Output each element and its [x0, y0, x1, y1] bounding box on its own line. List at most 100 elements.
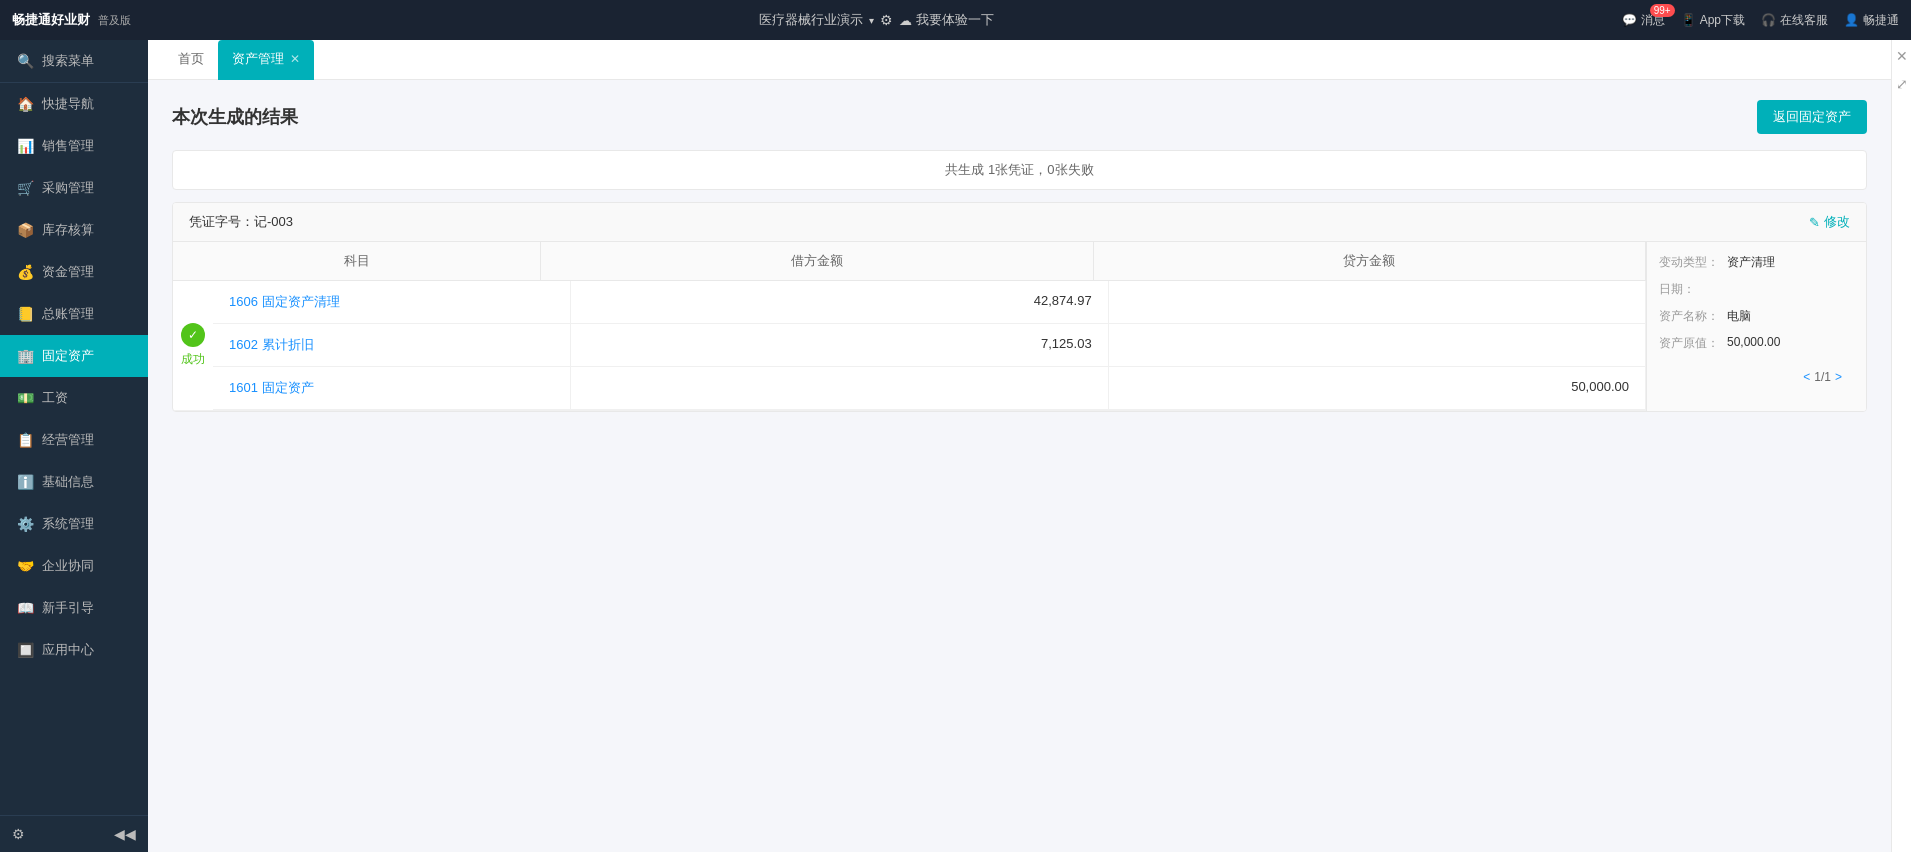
sidebar: 🔍 搜索菜单 🏠 快捷导航 📊 销售管理 🛒 采购管理 📦 库存核算 💰 资金管… — [0, 40, 148, 852]
sidebar-app-center-label: 应用中心 — [42, 641, 94, 659]
side-info-asset-name: 资产名称： 电脑 — [1659, 308, 1854, 325]
notification-button[interactable]: 💬 消息 99+ — [1622, 12, 1665, 29]
sidebar-item-app-center[interactable]: 🔲 应用中心 — [0, 629, 148, 671]
cell-subject-3[interactable]: 1601 固定资产 — [213, 367, 571, 409]
row-status-col: ✓ 成功 — [173, 281, 213, 410]
ledger-icon: 📒 — [16, 305, 34, 323]
tab-asset-mgmt[interactable]: 资产管理 ✕ — [218, 40, 314, 80]
cell-subject-2[interactable]: 1602 累计折旧 — [213, 324, 571, 366]
cell-debit-3 — [571, 367, 1108, 409]
settings-icon[interactable]: ⚙ — [880, 12, 893, 28]
sidebar-item-purchase[interactable]: 🛒 采购管理 — [0, 167, 148, 209]
finance-icon: 💰 — [16, 263, 34, 281]
panel-expand-button[interactable]: ⤢ — [1896, 76, 1908, 92]
ops-icon: 📋 — [16, 431, 34, 449]
user-menu[interactable]: 👤 畅捷通 — [1844, 12, 1899, 29]
return-fixed-assets-button[interactable]: 返回固定资产 — [1757, 100, 1867, 134]
content-area: 首页 资产管理 ✕ 本次生成的结果 返回固定资产 共生成 1张凭证，0张失败 凭… — [148, 40, 1891, 852]
sidebar-item-enterprise[interactable]: 🤝 企业协同 — [0, 545, 148, 587]
sidebar-item-base-info[interactable]: ℹ️ 基础信息 — [0, 461, 148, 503]
voucher-table: 科目 借方金额 贷方金额 ✓ 成功 16 — [173, 242, 1866, 411]
top-header: 畅捷通好业财 普及版 医疗器械行业演示 ▾ ⚙ ☁ 我要体验一下 💬 消息 99… — [0, 0, 1911, 40]
asset-value-value: 50,000.00 — [1727, 335, 1780, 352]
sidebar-collapse-button[interactable]: ◀◀ — [114, 826, 136, 842]
base-info-icon: ℹ️ — [16, 473, 34, 491]
sidebar-item-system[interactable]: ⚙️ 系统管理 — [0, 503, 148, 545]
sidebar-system-label: 系统管理 — [42, 515, 94, 533]
header-right: 💬 消息 99+ 📱 App下载 🎧 在线客服 👤 畅捷通 — [1622, 12, 1899, 29]
sidebar-item-inventory[interactable]: 📦 库存核算 — [0, 209, 148, 251]
voucher-card: 凭证字号：记-003 ✎ 修改 科目 借方金额 贷方金额 — [172, 202, 1867, 412]
summary-bar: 共生成 1张凭证，0张失败 — [172, 150, 1867, 190]
sidebar-quick-nav-label: 快捷导航 — [42, 95, 94, 113]
cell-subject-1[interactable]: 1606 固定资产清理 — [213, 281, 571, 323]
headset-icon: 🎧 — [1761, 13, 1776, 27]
sidebar-fixed-assets-label: 固定资产 — [42, 347, 94, 365]
tab-close-button[interactable]: ✕ — [290, 52, 300, 66]
table-data-row-1: 1606 固定资产清理 42,874.97 — [213, 281, 1646, 324]
voucher-table-main: 科目 借方金额 贷方金额 ✓ 成功 16 — [173, 242, 1646, 411]
side-info-date: 日期： — [1659, 281, 1854, 298]
sidebar-settings-button[interactable]: ⚙ — [12, 826, 25, 842]
sidebar-ledger-label: 总账管理 — [42, 305, 94, 323]
cloud-icon: ☁ — [899, 13, 912, 28]
sidebar-item-guide[interactable]: 📖 新手引导 — [0, 587, 148, 629]
header-left: 畅捷通好业财 普及版 — [12, 11, 131, 29]
cell-debit-2: 7,125.03 — [571, 324, 1108, 366]
app-logo: 畅捷通好业财 — [12, 11, 90, 29]
sidebar-item-finance[interactable]: 💰 资金管理 — [0, 251, 148, 293]
sidebar-item-sales[interactable]: 📊 销售管理 — [0, 125, 148, 167]
asset-value-label: 资产原值： — [1659, 335, 1719, 352]
panel-close-button[interactable]: ✕ — [1896, 48, 1908, 64]
app-center-icon: 🔲 — [16, 641, 34, 659]
guide-icon: 📖 — [16, 599, 34, 617]
inventory-icon: 📦 — [16, 221, 34, 239]
col-credit: 贷方金额 — [1094, 242, 1646, 280]
edit-voucher-button[interactable]: ✎ 修改 — [1809, 213, 1850, 231]
home-icon: 🏠 — [16, 95, 34, 113]
page-header: 本次生成的结果 返回固定资产 — [172, 100, 1867, 134]
sidebar-item-payroll[interactable]: 💵 工资 — [0, 377, 148, 419]
table-data-row-2: 1602 累计折旧 7,125.03 — [213, 324, 1646, 367]
asset-name-label: 资产名称： — [1659, 308, 1719, 325]
search-icon: 🔍 — [16, 52, 34, 70]
sidebar-base-info-label: 基础信息 — [42, 473, 94, 491]
change-type-label: 变动类型： — [1659, 254, 1719, 271]
sidebar-sales-label: 销售管理 — [42, 137, 94, 155]
pagination: < 1/1 > — [1659, 362, 1854, 392]
summary-text: 共生成 1张凭证，0张失败 — [945, 162, 1093, 177]
sidebar-item-ops[interactable]: 📋 经营管理 — [0, 419, 148, 461]
page-title: 本次生成的结果 — [172, 105, 298, 129]
col-subject: 科目 — [173, 242, 541, 280]
table-data-row-3: 1601 固定资产 50,000.00 — [213, 367, 1646, 410]
cell-credit-1 — [1109, 281, 1646, 323]
sidebar-item-search[interactable]: 🔍 搜索菜单 — [0, 40, 148, 83]
sidebar-footer: ⚙ ◀◀ — [0, 815, 148, 852]
fixed-assets-icon: 🏢 — [16, 347, 34, 365]
status-success-label: 成功 — [181, 351, 205, 368]
sidebar-item-ledger[interactable]: 📒 总账管理 — [0, 293, 148, 335]
tab-bar: 首页 资产管理 ✕ — [148, 40, 1891, 80]
sidebar-item-fixed-assets[interactable]: 🏢 固定资产 — [0, 335, 148, 377]
online-service-button[interactable]: 🎧 在线客服 — [1761, 12, 1828, 29]
sales-icon: 📊 — [16, 137, 34, 155]
page-content: 本次生成的结果 返回固定资产 共生成 1张凭证，0张失败 凭证字号：记-003 … — [148, 80, 1891, 852]
sidebar-inventory-label: 库存核算 — [42, 221, 94, 239]
notification-icon: 💬 — [1622, 13, 1637, 27]
enterprise-icon: 🤝 — [16, 557, 34, 575]
purchase-icon: 🛒 — [16, 179, 34, 197]
table-row-1: ✓ 成功 1606 固定资产清理 42,874.97 160 — [173, 281, 1646, 411]
phone-icon: 📱 — [1681, 13, 1696, 27]
main-layout: 🔍 搜索菜单 🏠 快捷导航 📊 销售管理 🛒 采购管理 📦 库存核算 💰 资金管… — [0, 40, 1911, 852]
sidebar-enterprise-label: 企业协同 — [42, 557, 94, 575]
prev-page-button[interactable]: < — [1803, 370, 1810, 384]
sidebar-item-quick-nav[interactable]: 🏠 快捷导航 — [0, 83, 148, 125]
edit-icon: ✎ — [1809, 215, 1820, 230]
cell-credit-2 — [1109, 324, 1646, 366]
experience-button[interactable]: ☁ 我要体验一下 — [899, 11, 994, 29]
company-dropdown-icon[interactable]: ▾ — [869, 15, 874, 26]
side-info-change-type: 变动类型： 资产清理 — [1659, 254, 1854, 271]
next-page-button[interactable]: > — [1835, 370, 1842, 384]
tab-home[interactable]: 首页 — [164, 40, 218, 80]
app-download-button[interactable]: 📱 App下载 — [1681, 12, 1745, 29]
